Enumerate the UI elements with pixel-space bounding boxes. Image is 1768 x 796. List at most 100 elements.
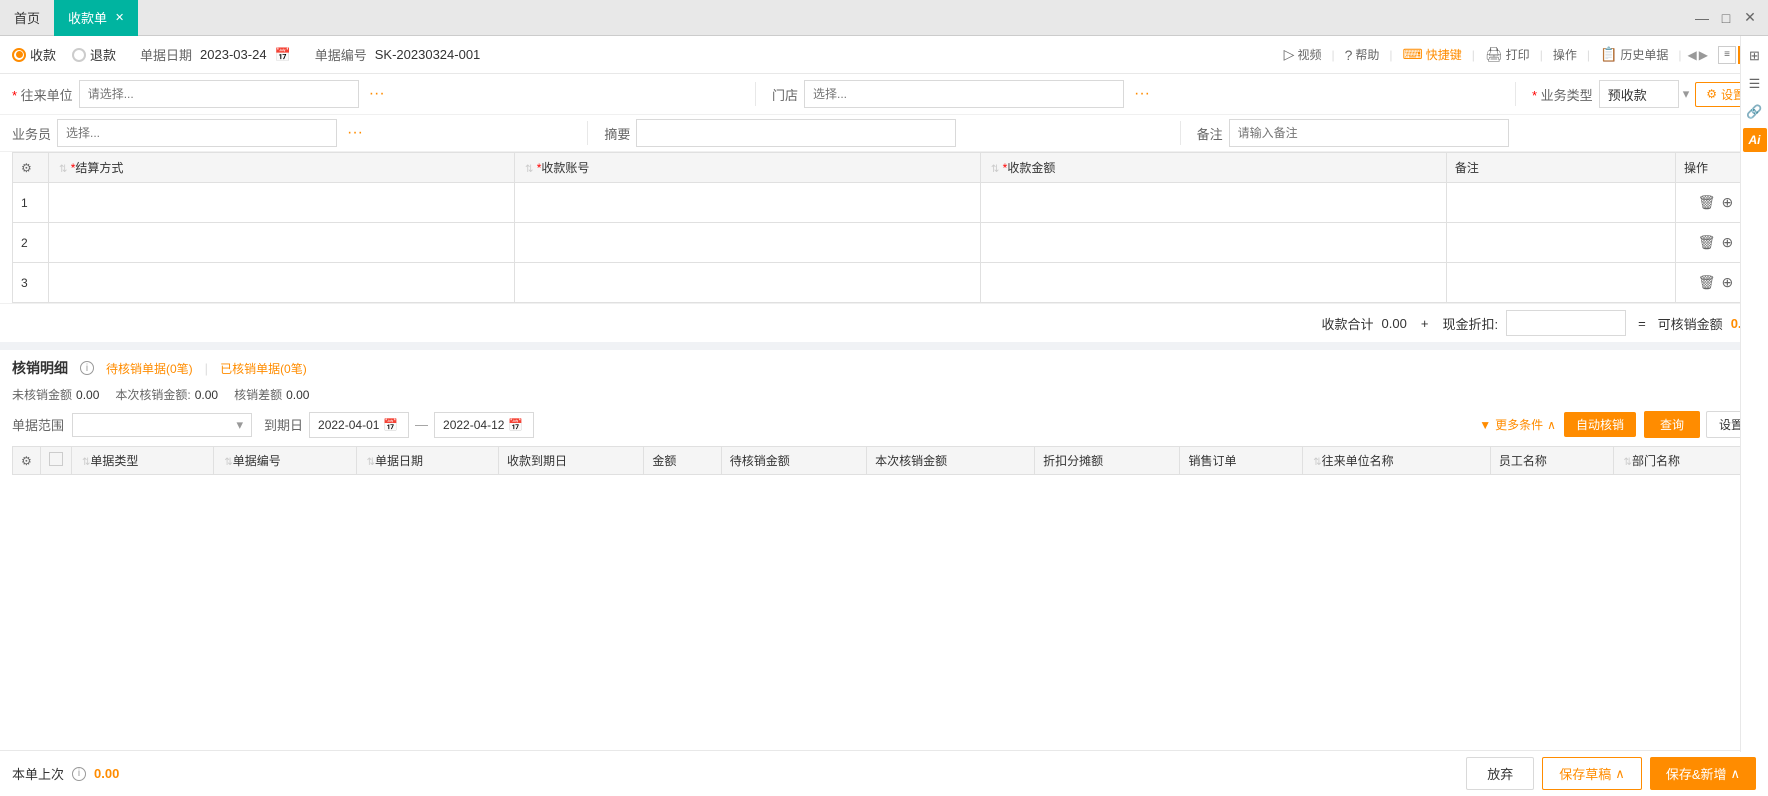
row-3-account[interactable] xyxy=(514,263,980,303)
row-2-remarks[interactable] xyxy=(1446,223,1675,263)
bottom-buttons: 放弃 保存草稿 ∧ 保存&新增 ∧ xyxy=(1466,757,1756,790)
row-1-account[interactable] xyxy=(514,183,980,223)
row-2-settlement[interactable] xyxy=(49,223,515,263)
tab-close-icon[interactable]: ✕ xyxy=(115,11,124,24)
query-button[interactable]: 查询 xyxy=(1644,411,1700,438)
verify-info-icon[interactable]: i xyxy=(80,361,94,375)
toolbar-right: ▷ 视频 | ? 帮助 | ⌨ 快捷键 | 🖨 打印 | xyxy=(1280,44,1756,65)
th-amount: ⇅ *收款金额 xyxy=(980,153,1446,183)
date-separator: — xyxy=(415,417,428,432)
prev-icon[interactable]: ◀ xyxy=(1688,48,1697,62)
row-1-amount[interactable] xyxy=(980,183,1446,223)
keyboard-icon: ⌨ xyxy=(1403,46,1423,63)
diff-value: 0.00 xyxy=(286,388,309,402)
row-2-amount[interactable] xyxy=(980,223,1446,263)
vth-due-date: 收款到期日 xyxy=(498,447,643,475)
fields-row-2: 业务员 ··· 摘要 备注 xyxy=(0,115,1768,152)
last-order-info-icon[interactable]: i xyxy=(72,767,86,781)
staff-input[interactable] xyxy=(57,119,337,147)
business-type-select[interactable]: 预收款 ▾ xyxy=(1599,80,1690,108)
more-filters-label: 更多条件 xyxy=(1495,416,1543,433)
data-table: ⚙ ⇅ *结算方式 ⇅ *收款账号 ⇅ *收款金额 备注 操作 xyxy=(12,152,1756,303)
counterpart-more-icon[interactable]: ··· xyxy=(369,86,385,102)
next-icon[interactable]: ▶ xyxy=(1699,48,1708,62)
row-1-copy-icon[interactable]: ⊕ xyxy=(1722,194,1734,211)
row-2-copy-icon[interactable]: ⊕ xyxy=(1722,234,1734,251)
store-input[interactable] xyxy=(804,80,1124,108)
print-button[interactable]: 🖨 打印 xyxy=(1481,44,1534,65)
sidebar-table-icon[interactable]: ⊞ xyxy=(1743,44,1767,68)
right-actions: ▼ 更多条件 ∧ 自动核销 查询 设置 xyxy=(1479,411,1756,438)
abandon-button[interactable]: 放弃 xyxy=(1466,757,1534,790)
operations-button[interactable]: 操作 xyxy=(1549,44,1581,65)
tab-home[interactable]: 首页 xyxy=(0,0,54,36)
right-sidebar: ⊞ ☰ 🔗 Ai xyxy=(1740,36,1768,752)
layout-list-icon[interactable]: ≡ xyxy=(1718,46,1736,64)
doc-info: 单据日期 2023-03-24 📅 单据编号 SK-20230324-001 xyxy=(140,45,1280,64)
auto-verify-button[interactable]: 自动核销 xyxy=(1564,412,1636,437)
divider-4 xyxy=(1180,121,1181,145)
table-gear-icon[interactable]: ⚙ xyxy=(21,161,32,175)
table-section: ⚙ ⇅ *结算方式 ⇅ *收款账号 ⇅ *收款金额 备注 操作 xyxy=(0,152,1768,303)
tab-receipt-label: 收款单 xyxy=(68,8,107,27)
sidebar-ai-icon[interactable]: Ai xyxy=(1743,128,1767,152)
business-type-group: 业务类型 预收款 ▾ ⚙ 设置 xyxy=(1532,80,1756,108)
row-3-remarks[interactable] xyxy=(1446,263,1675,303)
save-new-arrow: ∧ xyxy=(1730,766,1740,782)
verify-gear-icon[interactable]: ⚙ xyxy=(21,454,32,468)
window-close-button[interactable]: ✕ xyxy=(1742,10,1758,26)
row-3-copy-icon[interactable]: ⊕ xyxy=(1722,274,1734,291)
save-draft-button[interactable]: 保存草稿 ∧ xyxy=(1542,757,1642,790)
row-2-account[interactable] xyxy=(514,223,980,263)
staff-label: 业务员 xyxy=(12,124,51,143)
tab-receipt[interactable]: 收款单 ✕ xyxy=(54,0,138,36)
sidebar-attachment-icon[interactable]: 🔗 xyxy=(1743,100,1767,124)
row-1-delete-icon[interactable]: 🗑 xyxy=(1698,194,1716,211)
bottom-bar: 本单上次 i 0.00 放弃 保存草稿 ∧ 保存&新增 ∧ xyxy=(0,750,1768,796)
date-to-input[interactable]: 2022-04-12 📅 xyxy=(434,412,534,438)
summary-group: 摘要 xyxy=(604,119,1163,147)
more-filters-button[interactable]: ▼ 更多条件 ∧ xyxy=(1479,416,1556,433)
equals-sign: = xyxy=(1638,316,1646,331)
window-maximize-button[interactable]: □ xyxy=(1718,10,1734,26)
history-button[interactable]: 📋 历史单据 xyxy=(1596,44,1672,65)
sidebar-list-icon[interactable]: ☰ xyxy=(1743,72,1767,96)
row-3-settlement[interactable] xyxy=(49,263,515,303)
range-select[interactable]: ▾ xyxy=(72,413,252,437)
window-minimize-button[interactable]: — xyxy=(1694,10,1710,26)
vth-staff: 员工名称 xyxy=(1490,447,1613,475)
calendar-icon[interactable]: 📅 xyxy=(275,47,291,63)
tab-bar: 首页 收款单 ✕ — □ ✕ xyxy=(0,0,1768,36)
radio-receipt[interactable]: 收款 xyxy=(12,45,56,64)
row-2-delete-icon[interactable]: 🗑 xyxy=(1698,234,1716,251)
remarks-input[interactable] xyxy=(1229,119,1509,147)
pending-tab[interactable]: 待核销单据(0笔) xyxy=(106,360,193,377)
row-3-amount[interactable] xyxy=(980,263,1446,303)
store-more-icon[interactable]: ··· xyxy=(1134,86,1150,102)
radio-refund[interactable]: 退款 xyxy=(72,45,116,64)
row-3-delete-icon[interactable]: 🗑 xyxy=(1698,274,1716,291)
select-all-checkbox[interactable] xyxy=(49,452,63,466)
vth-doc-no: ⇅单据编号 xyxy=(214,447,356,475)
table-row: 3 🗑 ⊕ xyxy=(13,263,1756,303)
last-order-label: 本单上次 xyxy=(12,764,64,783)
help-button[interactable]: ? 帮助 xyxy=(1341,44,1384,65)
counterpart-input[interactable] xyxy=(79,80,359,108)
staff-more-icon[interactable]: ··· xyxy=(347,125,363,141)
save-new-button[interactable]: 保存&新增 ∧ xyxy=(1650,757,1756,790)
row-1-settlement[interactable] xyxy=(49,183,515,223)
discount-input[interactable] xyxy=(1506,310,1626,336)
filter-icon: ▼ xyxy=(1479,418,1491,432)
date-from-icon: 📅 xyxy=(383,418,398,432)
unchecked-label: 未核销金额 xyxy=(12,386,72,403)
date-from-input[interactable]: 2022-04-01 📅 xyxy=(309,412,409,438)
done-tab[interactable]: 已核销单据(0笔) xyxy=(220,360,307,377)
total-label: 收款合计 xyxy=(1322,314,1374,333)
total-value: 0.00 xyxy=(1382,316,1407,331)
row-1-remarks[interactable] xyxy=(1446,183,1675,223)
store-group: 门店 ··· xyxy=(772,80,1499,108)
video-button[interactable]: ▷ 视频 xyxy=(1280,44,1326,65)
shortcut-button[interactable]: ⌨ 快捷键 xyxy=(1399,44,1466,65)
summary-input[interactable] xyxy=(636,119,956,147)
gear-icon: ⚙ xyxy=(1706,87,1717,101)
